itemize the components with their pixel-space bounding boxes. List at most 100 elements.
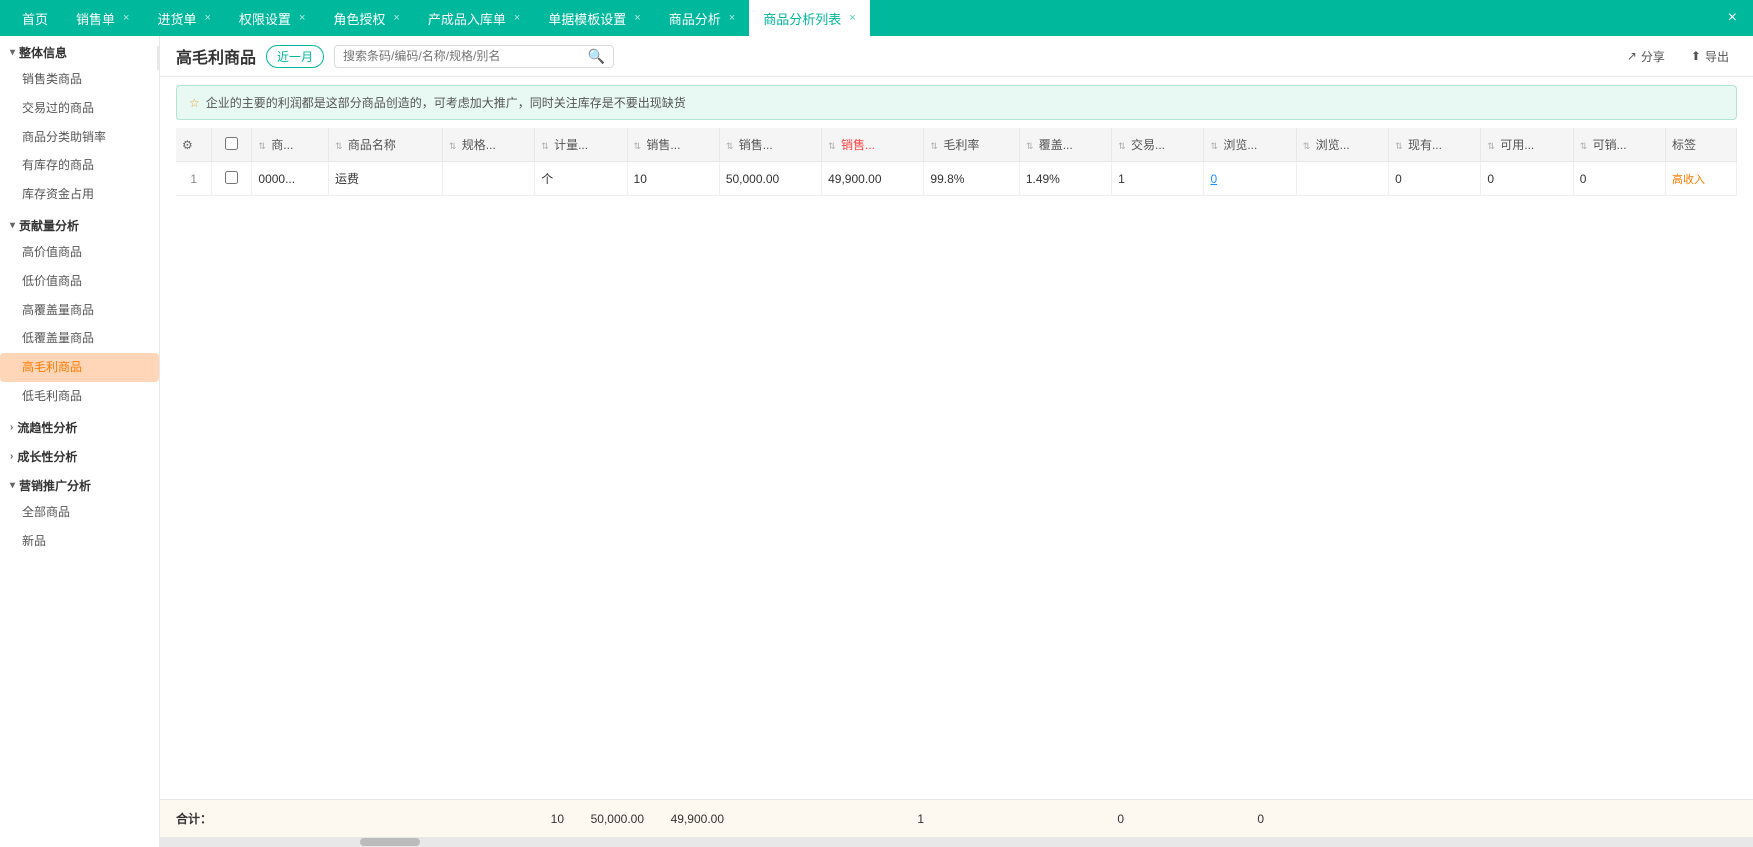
col-sales-profit-header[interactable]: ⇅ 销售...: [822, 128, 924, 162]
sidebar-item-traded-goods[interactable]: 交易过的商品: [0, 94, 159, 123]
sidebar-item-high-margin[interactable]: 高毛利商品: [0, 353, 159, 382]
close-icon[interactable]: ×: [634, 12, 640, 24]
sort-icon: ⇅: [449, 141, 457, 151]
col-name-header[interactable]: ⇅ 商品名称: [329, 128, 443, 162]
export-icon: ⬆: [1691, 49, 1701, 63]
sidebar-item-low-margin[interactable]: 低毛利商品: [0, 382, 159, 411]
col-views1-header[interactable]: ⇅ 浏览...: [1204, 128, 1296, 162]
row-views1-cell[interactable]: 0: [1204, 162, 1296, 196]
nav-sales-order[interactable]: 销售单 ×: [62, 0, 143, 36]
share-icon: ↗: [1627, 49, 1637, 63]
search-input[interactable]: [343, 49, 584, 63]
col-code-header[interactable]: ⇅ 商...: [252, 128, 329, 162]
sidebar: « ▾ 整体信息 销售类商品 交易过的商品 商品分类助销率 有库存的商品 库存资…: [0, 36, 160, 847]
nav-purchase-order[interactable]: 进货单 ×: [143, 0, 224, 36]
row-checkbox[interactable]: [225, 171, 238, 184]
sidebar-item-sales-goods[interactable]: 销售类商品: [0, 65, 159, 94]
sidebar-collapse-button[interactable]: «: [157, 46, 160, 70]
sort-icon: ⇅: [930, 141, 938, 151]
row-sales-profit-cell: 49,900.00: [822, 162, 924, 196]
col-tag-header[interactable]: 标签: [1666, 128, 1737, 162]
footer-sales-profit: 49,900.00: [652, 810, 732, 828]
nav-product-analysis[interactable]: 商品分析 ×: [655, 0, 749, 36]
settings-icon[interactable]: ⚙: [182, 138, 193, 152]
nav-template-settings[interactable]: 单据模板设置 ×: [534, 0, 654, 36]
sidebar-item-stock-funds[interactable]: 库存资金占用: [0, 180, 159, 209]
nav-product-analysis-list[interactable]: 商品分析列表 ×: [749, 0, 869, 36]
nav-product-inbound[interactable]: 产成品入库单 ×: [414, 0, 534, 36]
col-sellable-header[interactable]: ⇅ 可销...: [1573, 128, 1665, 162]
close-icon[interactable]: ×: [514, 12, 520, 24]
close-icon[interactable]: ×: [123, 12, 129, 24]
sidebar-item-new-goods[interactable]: 新品: [0, 527, 159, 556]
footer-bar: 合计： 10 50,000.00 49,900.00 1 0 0: [160, 799, 1753, 837]
footer-spacer7: [992, 817, 1052, 821]
sidebar-item-low-value[interactable]: 低价值商品: [0, 267, 159, 296]
sort-icon: ⇅: [1395, 141, 1403, 151]
row-gross-margin-cell: 99.8%: [924, 162, 1019, 196]
search-icon[interactable]: 🔍: [588, 48, 605, 65]
select-all-checkbox[interactable]: [225, 137, 238, 150]
nav-role-auth[interactable]: 角色授权 ×: [319, 0, 413, 36]
col-trade-header[interactable]: ⇅ 交易...: [1112, 128, 1204, 162]
close-icon[interactable]: ×: [729, 12, 735, 24]
table-container: ⚙ ⇅ 商... ⇅ 商品名称: [160, 128, 1753, 799]
col-gross-margin-header[interactable]: ⇅ 毛利率: [924, 128, 1019, 162]
footer-spacer6: [932, 817, 992, 821]
sidebar-item-category-sales-rate[interactable]: 商品分类助销率: [0, 123, 159, 152]
sidebar-group-contribution[interactable]: ▾ 贡献量分析: [0, 209, 159, 238]
col-views2-header[interactable]: ⇅ 浏览...: [1296, 128, 1388, 162]
content-header: 高毛利商品 近一月 🔍 ↗ 分享 ⬆ 导出: [160, 36, 1753, 77]
footer-sales-qty: 10: [492, 810, 572, 828]
nav-home[interactable]: 首页: [8, 0, 62, 36]
close-all-button[interactable]: ×: [1720, 9, 1745, 27]
col-coverage-header[interactable]: ⇅ 覆盖...: [1019, 128, 1111, 162]
horizontal-scrollbar[interactable]: [160, 837, 1753, 847]
sidebar-item-high-coverage[interactable]: 高覆盖量商品: [0, 296, 159, 325]
col-spec-header[interactable]: ⇅ 规格...: [442, 128, 534, 162]
sidebar-group-growth[interactable]: › 成长性分析: [0, 440, 159, 469]
sort-icon: ⇅: [726, 141, 734, 151]
sidebar-group-marketing[interactable]: ▾ 营销推广分析: [0, 469, 159, 498]
expand-icon: ▾: [10, 47, 15, 58]
col-sales-qty-header[interactable]: ⇅ 销售...: [627, 128, 719, 162]
row-sales-amount-cell: 50,000.00: [719, 162, 821, 196]
footer-current-stock: 0: [1052, 810, 1132, 828]
main-layout: « ▾ 整体信息 销售类商品 交易过的商品 商品分类助销率 有库存的商品 库存资…: [0, 36, 1753, 847]
expand-icon: ▾: [10, 480, 15, 491]
row-available-stock-cell: 0: [1481, 162, 1573, 196]
footer-spacer4: [732, 817, 792, 821]
col-settings[interactable]: ⚙: [176, 128, 212, 162]
nav-permission-settings[interactable]: 权限设置 ×: [225, 0, 319, 36]
sidebar-group-overall[interactable]: ▾ 整体信息: [0, 36, 159, 65]
expand-icon: ▾: [10, 220, 15, 231]
close-icon[interactable]: ×: [299, 12, 305, 24]
info-banner: ☆ 企业的主要的利润都是这部分商品创造的，可考虑加大推广，同时关注库存是不要出现…: [176, 85, 1737, 120]
row-current-stock-cell: 0: [1389, 162, 1481, 196]
export-button[interactable]: ⬆ 导出: [1683, 46, 1737, 67]
row-checkbox-cell: [212, 162, 252, 196]
table-header-row: ⚙ ⇅ 商... ⇅ 商品名称: [176, 128, 1737, 162]
filter-recent-month-button[interactable]: 近一月: [266, 45, 324, 68]
row-trade-cell: 1: [1112, 162, 1204, 196]
sidebar-item-high-value[interactable]: 高价值商品: [0, 238, 159, 267]
col-sales-amount-header[interactable]: ⇅ 销售...: [719, 128, 821, 162]
data-table: ⚙ ⇅ 商... ⇅ 商品名称: [176, 128, 1737, 196]
col-available-stock-header[interactable]: ⇅ 可用...: [1481, 128, 1573, 162]
sidebar-item-in-stock-goods[interactable]: 有库存的商品: [0, 151, 159, 180]
col-unit-header[interactable]: ⇅ 计量...: [535, 128, 627, 162]
sidebar-item-all-goods[interactable]: 全部商品: [0, 498, 159, 527]
close-icon[interactable]: ×: [204, 12, 210, 24]
close-icon[interactable]: ×: [393, 12, 399, 24]
close-icon[interactable]: ×: [849, 12, 855, 24]
footer-spacer2: [352, 817, 432, 821]
sort-icon: ⇅: [828, 141, 836, 151]
sidebar-group-trend[interactable]: › 流趋性分析: [0, 411, 159, 440]
content-area: 高毛利商品 近一月 🔍 ↗ 分享 ⬆ 导出 ☆ 企业的主要的利润都是这部分商品创…: [160, 36, 1753, 847]
sidebar-item-low-coverage[interactable]: 低覆盖量商品: [0, 324, 159, 353]
row-unit-cell: 个: [535, 162, 627, 196]
share-button[interactable]: ↗ 分享: [1619, 46, 1673, 67]
sort-icon: ⇅: [1026, 141, 1034, 151]
col-current-stock-header[interactable]: ⇅ 现有...: [1389, 128, 1481, 162]
scroll-thumb[interactable]: [360, 838, 420, 846]
